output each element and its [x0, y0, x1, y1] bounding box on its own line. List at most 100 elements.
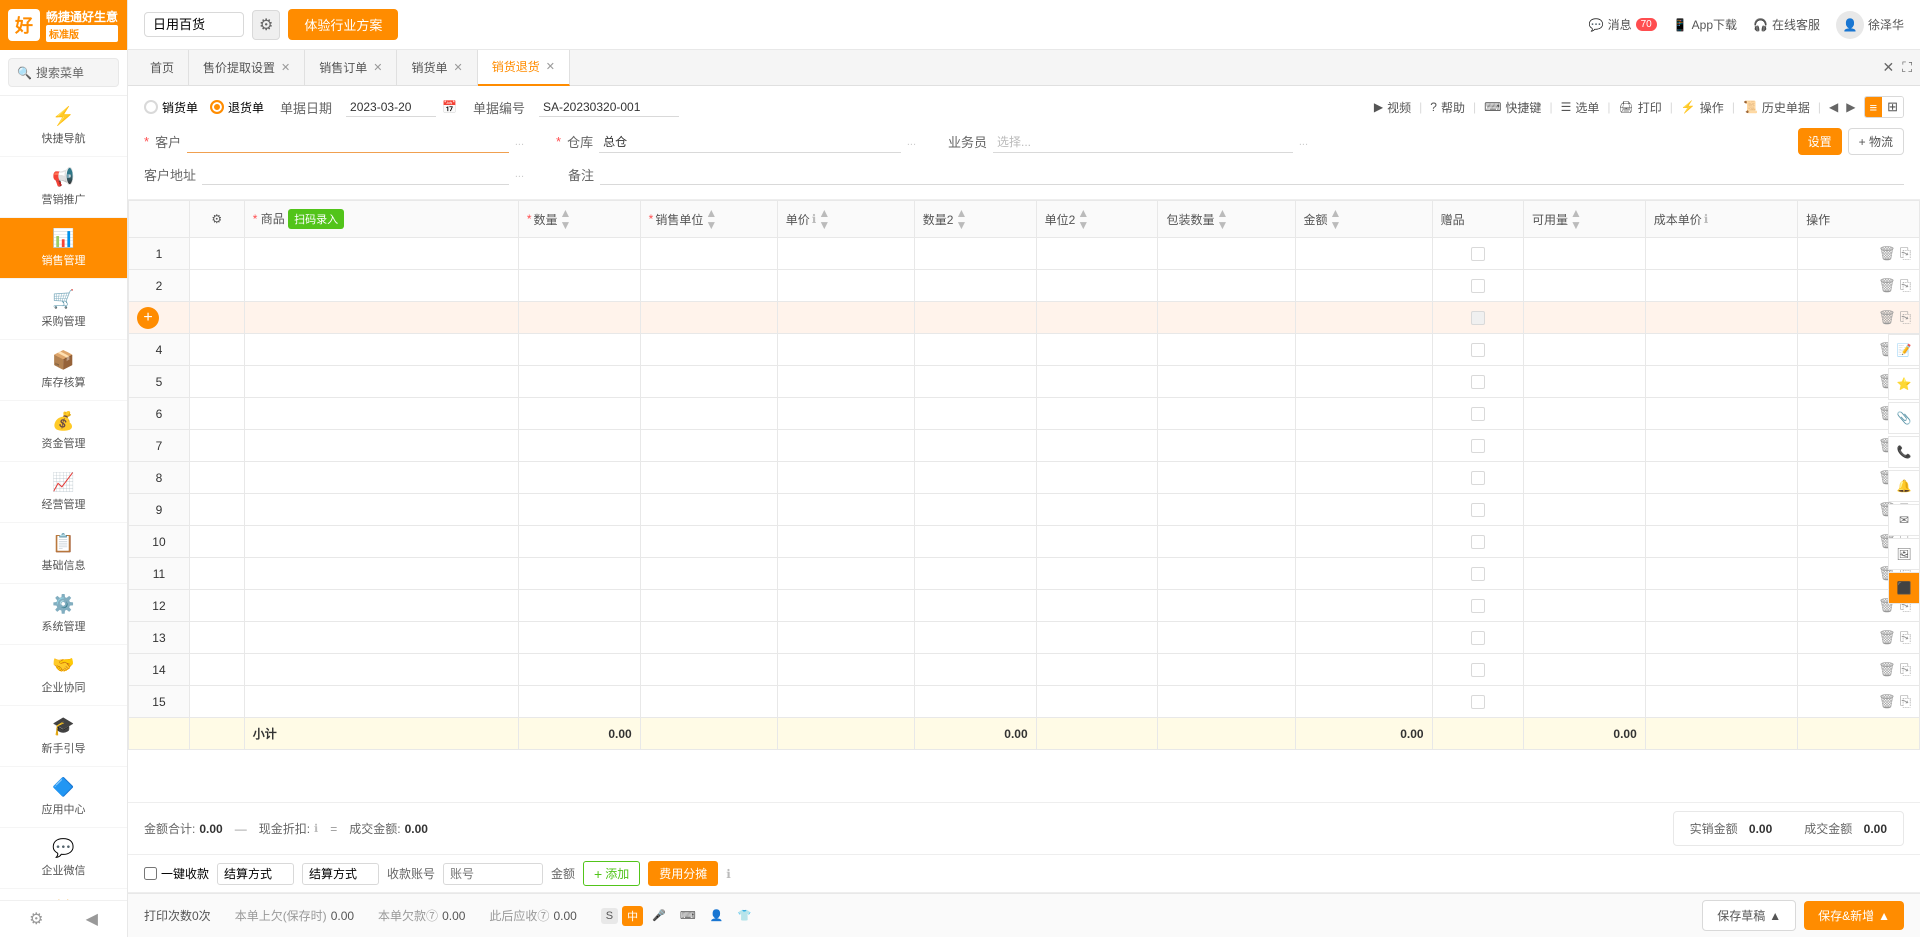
- expense-info-icon[interactable]: ℹ: [726, 867, 731, 881]
- tab-price-settings[interactable]: 售价提取设置 ✕: [189, 50, 305, 86]
- sidebar-item-purchase[interactable]: 🛒 采购管理: [0, 279, 127, 340]
- next-doc-btn[interactable]: ▶: [1846, 100, 1855, 114]
- scan-btn[interactable]: 扫码录入: [288, 209, 344, 229]
- copy-row-btn[interactable]: ⎘: [1900, 245, 1911, 262]
- tab-price-settings-close[interactable]: ✕: [281, 61, 290, 74]
- tab-sales-delivery-close[interactable]: ✕: [454, 61, 463, 74]
- address-more-dots[interactable]: ...: [515, 168, 524, 180]
- gift-checkbox[interactable]: [1471, 599, 1485, 613]
- shortcuts-btn[interactable]: ⌨ 快捷键: [1484, 99, 1541, 116]
- zh-icon-btn[interactable]: 中: [622, 906, 643, 926]
- message-btn[interactable]: 💬 消息 70: [1589, 16, 1657, 33]
- unit-cell-active[interactable]: [640, 302, 777, 334]
- price-sort[interactable]: ▲▼: [818, 207, 830, 231]
- sidebar-item-wechat[interactable]: 💬 企业微信: [0, 828, 127, 889]
- settings-gear-icon[interactable]: ⚙: [29, 909, 43, 929]
- float-notify-btn[interactable]: 🔔: [1888, 470, 1920, 502]
- sales-delivery-radio[interactable]: 销货单: [144, 99, 198, 116]
- sidebar-item-enterprise[interactable]: 🤝 企业协同: [0, 645, 127, 706]
- gift-checkbox[interactable]: [1471, 407, 1485, 421]
- delete-row-btn[interactable]: 🗑: [1878, 693, 1896, 710]
- sidebar-item-marketing[interactable]: 📢 营销推广: [0, 157, 127, 218]
- video-btn[interactable]: ▶ 视频: [1374, 99, 1411, 116]
- unit-cell[interactable]: [640, 238, 777, 270]
- float-mail-btn[interactable]: ✉: [1888, 504, 1920, 536]
- gift-checkbox[interactable]: [1471, 471, 1485, 485]
- delete-row-btn[interactable]: 🗑: [1878, 277, 1896, 294]
- salesperson-more-dots[interactable]: ...: [1299, 136, 1308, 148]
- person-icon-btn[interactable]: 👤: [705, 907, 729, 924]
- sidebar-item-system[interactable]: ⚙️ 系统管理: [0, 584, 127, 645]
- gift-checkbox[interactable]: [1471, 439, 1485, 453]
- sidebar-item-operations[interactable]: 📈 经营管理: [0, 462, 127, 523]
- search-menu-button[interactable]: 🔍 搜索菜单: [8, 58, 119, 87]
- tab-sales-order[interactable]: 销售订单 ✕: [305, 50, 397, 86]
- qty2-cell[interactable]: [914, 270, 1036, 302]
- copy-row-btn[interactable]: ⎘: [1900, 277, 1911, 294]
- qty-cell[interactable]: [518, 270, 640, 302]
- add-row-btn[interactable]: +: [137, 307, 159, 329]
- pack-sort[interactable]: ▲▼: [1216, 207, 1228, 231]
- qty2-cell[interactable]: [914, 238, 1036, 270]
- gift-checkbox-active[interactable]: [1471, 311, 1485, 325]
- settlement-method-select[interactable]: 结算方式: [217, 863, 294, 885]
- warehouse-input[interactable]: 总仓: [599, 131, 901, 153]
- gift-checkbox[interactable]: [1471, 695, 1485, 709]
- gift-checkbox[interactable]: [1471, 279, 1485, 293]
- tab-sales-order-close[interactable]: ✕: [373, 61, 382, 74]
- gift-checkbox[interactable]: [1471, 375, 1485, 389]
- tab-sales-return-close[interactable]: ✕: [546, 60, 555, 73]
- logistics-btn[interactable]: + 物流: [1848, 128, 1904, 155]
- cash-discount-info[interactable]: ℹ: [314, 822, 318, 835]
- sidebar-item-newbie[interactable]: 🎓 新手引导: [0, 706, 127, 767]
- cost-cell-active[interactable]: [1645, 302, 1797, 334]
- industry-selector[interactable]: 日用百货: [144, 12, 244, 37]
- float-note-btn[interactable]: 📝: [1888, 334, 1920, 366]
- float-attach-btn[interactable]: 📎: [1888, 402, 1920, 434]
- customer-input[interactable]: [187, 131, 509, 153]
- keyboard-icon-btn[interactable]: ⌨: [675, 907, 701, 924]
- cost-cell[interactable]: [1645, 270, 1797, 302]
- gift-checkbox[interactable]: [1471, 535, 1485, 549]
- help-btn[interactable]: ? 帮助: [1430, 99, 1465, 116]
- sidebar-item-finance[interactable]: 💰 资金管理: [0, 401, 127, 462]
- unit2-sort[interactable]: ▲▼: [1077, 207, 1089, 231]
- product-cell[interactable]: [244, 238, 518, 270]
- app-download-btn[interactable]: 📱 App下载: [1673, 16, 1737, 33]
- header-gear-button[interactable]: ⚙: [252, 10, 280, 40]
- gift-checkbox[interactable]: [1471, 247, 1485, 261]
- save-new-btn[interactable]: 保存&新增 ▲: [1804, 901, 1904, 930]
- tab-fullscreen[interactable]: ⛶: [1902, 59, 1912, 76]
- unit2-cell[interactable]: [1036, 270, 1158, 302]
- doc-num-value[interactable]: SA-20230320-001: [539, 98, 679, 117]
- delete-row-btn[interactable]: 🗑: [1878, 661, 1896, 678]
- gift-checkbox[interactable]: [1471, 503, 1485, 517]
- prev-doc-btn[interactable]: ◀: [1829, 100, 1838, 114]
- pack-cell-active[interactable]: [1158, 302, 1295, 334]
- delete-row-btn[interactable]: 🗑: [1878, 309, 1896, 326]
- sidebar-item-quick-nav[interactable]: ⚡ 快捷导航: [0, 96, 127, 157]
- tab-sales-return[interactable]: 销货退货 ✕: [478, 50, 570, 86]
- settings-btn[interactable]: 设置: [1798, 128, 1842, 155]
- gift-checkbox[interactable]: [1471, 631, 1485, 645]
- one-key-pay-input[interactable]: [144, 867, 157, 880]
- ops-btn[interactable]: ⚡ 操作: [1681, 99, 1724, 116]
- qty-cell-active[interactable]: [518, 302, 640, 334]
- gift-cell[interactable]: [1432, 238, 1523, 270]
- print-btn[interactable]: 🖨 打印: [1618, 99, 1661, 116]
- cost-cell[interactable]: [1645, 238, 1797, 270]
- grid-view-btn[interactable]: ⊞: [1882, 97, 1903, 117]
- amount-cell[interactable]: [1295, 270, 1432, 302]
- qty2-cell-active[interactable]: [914, 302, 1036, 334]
- avail-sort[interactable]: ▲▼: [1570, 207, 1582, 231]
- avail-cell-active[interactable]: [1523, 302, 1645, 334]
- amount-sort[interactable]: ▲▼: [1330, 207, 1342, 231]
- amount-cell[interactable]: [1295, 238, 1432, 270]
- sidebar-item-basic-info[interactable]: 📋 基础信息: [0, 523, 127, 584]
- account-input[interactable]: [443, 863, 543, 885]
- address-input[interactable]: [202, 163, 509, 185]
- delete-row-btn[interactable]: 🗑: [1878, 245, 1896, 262]
- th-settings[interactable]: ⚙: [189, 201, 244, 238]
- sidebar-item-app-center[interactable]: 🔷 应用中心: [0, 767, 127, 828]
- pack-cell[interactable]: [1158, 270, 1295, 302]
